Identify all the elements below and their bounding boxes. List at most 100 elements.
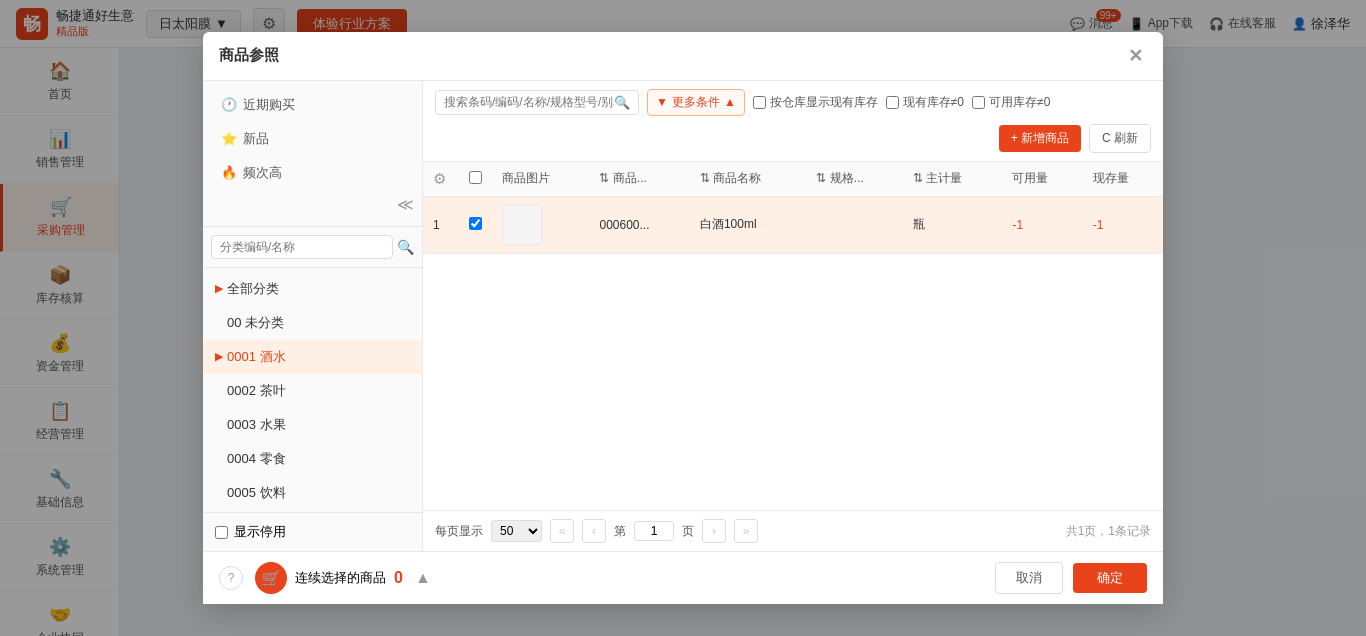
checkbox-available-group: 现有库存≠0 xyxy=(886,94,964,111)
filter-label: 更多条件 xyxy=(672,94,720,111)
table-row[interactable]: 1 000600... 白酒100ml 瓶 xyxy=(423,196,1163,253)
sort-icon-code: ⇅ xyxy=(599,171,609,185)
row-checkbox[interactable] xyxy=(469,217,482,230)
td-rownum: 1 xyxy=(423,196,459,253)
product-search-icon[interactable]: 🔍 xyxy=(614,95,630,110)
category-label-c0003: 0003 水果 xyxy=(215,416,286,434)
quick-tabs: 🕐 近期购买 ⭐ 新品 🔥 频次高 ≪ xyxy=(203,81,422,227)
category-search-icon[interactable]: 🔍 xyxy=(397,239,414,255)
fire-icon: 🔥 xyxy=(221,165,237,180)
toolbar: 🔍 ▼ 更多条件 ▲ 按仓库显示现有库存 现有库存≠0 xyxy=(423,81,1163,162)
td-name: 白酒100ml xyxy=(690,196,807,253)
checkbox-available-label: 现有库存≠0 xyxy=(903,94,964,111)
sort-icon-spec: ⇅ xyxy=(816,171,826,185)
checkbox-usable-label: 可用库存≠0 xyxy=(989,94,1050,111)
modal-title: 商品参照 xyxy=(219,46,279,65)
checkbox-usable[interactable] xyxy=(972,96,985,109)
page-label2: 页 xyxy=(682,523,694,540)
collapse-panel-icon[interactable]: ≪ xyxy=(397,196,414,213)
td-stock: -1 xyxy=(1083,196,1163,253)
sort-icon-name: ⇅ xyxy=(700,171,710,185)
checkbox-usable-group: 可用库存≠0 xyxy=(972,94,1050,111)
left-panel-bottom: 显示停用 xyxy=(203,512,422,551)
th-code[interactable]: ⇅ 商品... xyxy=(589,162,689,197)
th-spec[interactable]: ⇅ 规格... xyxy=(806,162,903,197)
category-item-c0005[interactable]: 0005 饮料 xyxy=(203,476,422,510)
refresh-button[interactable]: C 刷新 xyxy=(1089,124,1151,153)
modal-footer: ? 🛒 连续选择的商品 0 ▲ 取消 确定 xyxy=(203,551,1163,604)
collapse-cart-icon[interactable]: ▲ xyxy=(415,569,431,587)
th-unit[interactable]: ⇅ 主计量 xyxy=(903,162,1002,197)
select-all-checkbox[interactable] xyxy=(469,171,482,184)
category-label-c0001: 0001 酒水 xyxy=(227,348,286,366)
clock-icon: 🕐 xyxy=(221,97,237,112)
th-name-label: 商品名称 xyxy=(713,171,761,185)
quick-tab-recent[interactable]: 🕐 近期购买 xyxy=(211,89,414,121)
next-page-button[interactable]: › xyxy=(702,519,726,543)
product-image xyxy=(502,205,542,245)
quick-tab-new[interactable]: ⭐ 新品 xyxy=(211,123,414,155)
add-product-button[interactable]: + 新增商品 xyxy=(999,125,1081,152)
category-search-input[interactable] xyxy=(211,235,393,259)
toolbar-right: + 新增商品 C 刷新 xyxy=(999,124,1151,153)
first-page-button[interactable]: « xyxy=(550,519,574,543)
category-item-c0003[interactable]: 0003 水果 xyxy=(203,408,422,442)
quick-tab-recent-label: 近期购买 xyxy=(243,96,295,114)
th-name[interactable]: ⇅ 商品名称 xyxy=(690,162,807,197)
total-info: 共1页，1条记录 xyxy=(1066,523,1151,540)
th-available-label: 可用量 xyxy=(1012,171,1048,185)
category-item-c0002[interactable]: 0002 茶叶 xyxy=(203,374,422,408)
category-item-c00[interactable]: 00 未分类 xyxy=(203,306,422,340)
th-image: 商品图片 xyxy=(492,162,589,197)
category-item-c0004[interactable]: 0004 零食 xyxy=(203,442,422,476)
th-checkbox xyxy=(459,162,492,197)
page-size-select[interactable]: 50 10 20 100 xyxy=(491,520,542,542)
left-panel: 🕐 近期购买 ⭐ 新品 🔥 频次高 ≪ xyxy=(203,81,423,551)
cart-label: 连续选择的商品 xyxy=(295,569,386,587)
th-image-label: 商品图片 xyxy=(502,171,550,185)
checkbox-warehouse-label: 按仓库显示现有库存 xyxy=(770,94,878,111)
footer-right: 取消 确定 xyxy=(995,562,1147,594)
star-icon: ⭐ xyxy=(221,131,237,146)
quick-tab-frequent[interactable]: 🔥 频次高 xyxy=(211,157,414,189)
chevron-up-icon: ▲ xyxy=(724,95,736,109)
th-available: 可用量 xyxy=(1002,162,1082,197)
sort-icon-unit: ⇅ xyxy=(913,171,923,185)
th-stock-label: 现存量 xyxy=(1093,171,1129,185)
category-item-c0001[interactable]: ▶ 0001 酒水 xyxy=(203,340,422,374)
prev-page-button[interactable]: ‹ xyxy=(582,519,606,543)
modal-close-button[interactable]: ✕ xyxy=(1123,44,1147,68)
more-filter-button[interactable]: ▼ 更多条件 ▲ xyxy=(647,89,745,116)
category-search: 🔍 xyxy=(203,227,422,268)
th-spec-label: 规格... xyxy=(830,171,864,185)
pagination-bar: 每页显示 50 10 20 100 « ‹ 第 页 › » 共1页，1条记录 xyxy=(423,510,1163,551)
help-icon[interactable]: ? xyxy=(219,566,243,590)
modal-overlay[interactable]: 商品参照 ✕ 🕐 近期购买 ⭐ 新品 🔥 频次高 xyxy=(0,0,1366,636)
checkbox-warehouse-group: 按仓库显示现有库存 xyxy=(753,94,878,111)
checkbox-warehouse[interactable] xyxy=(753,96,766,109)
modal-body: 🕐 近期购买 ⭐ 新品 🔥 频次高 ≪ xyxy=(203,81,1163,551)
confirm-button[interactable]: 确定 xyxy=(1073,563,1147,593)
td-image xyxy=(492,196,589,253)
cart-icon[interactable]: 🛒 xyxy=(255,562,287,594)
show-disabled-checkbox[interactable] xyxy=(215,526,228,539)
column-settings-icon[interactable]: ⚙ xyxy=(433,170,446,187)
show-disabled-label: 显示停用 xyxy=(234,523,286,541)
td-spec xyxy=(806,196,903,253)
td-available: -1 xyxy=(1002,196,1082,253)
product-search-input[interactable] xyxy=(444,95,614,109)
product-table: ⚙ 商品图片 ⇅ 商品... xyxy=(423,162,1163,254)
question-icon: ? xyxy=(228,571,235,585)
category-label-c0004: 0004 零食 xyxy=(215,450,286,468)
page-number-input[interactable] xyxy=(634,521,674,541)
category-item-all[interactable]: ▶ 全部分类 xyxy=(203,272,422,306)
last-page-button[interactable]: » xyxy=(734,519,758,543)
category-label-c00: 00 未分类 xyxy=(215,314,284,332)
td-unit: 瓶 xyxy=(903,196,1002,253)
checkbox-available[interactable] xyxy=(886,96,899,109)
cancel-button[interactable]: 取消 xyxy=(995,562,1063,594)
category-label-c0005: 0005 饮料 xyxy=(215,484,286,502)
page-label: 第 xyxy=(614,523,626,540)
td-checkbox xyxy=(459,196,492,253)
product-table-body: 1 000600... 白酒100ml 瓶 xyxy=(423,196,1163,253)
